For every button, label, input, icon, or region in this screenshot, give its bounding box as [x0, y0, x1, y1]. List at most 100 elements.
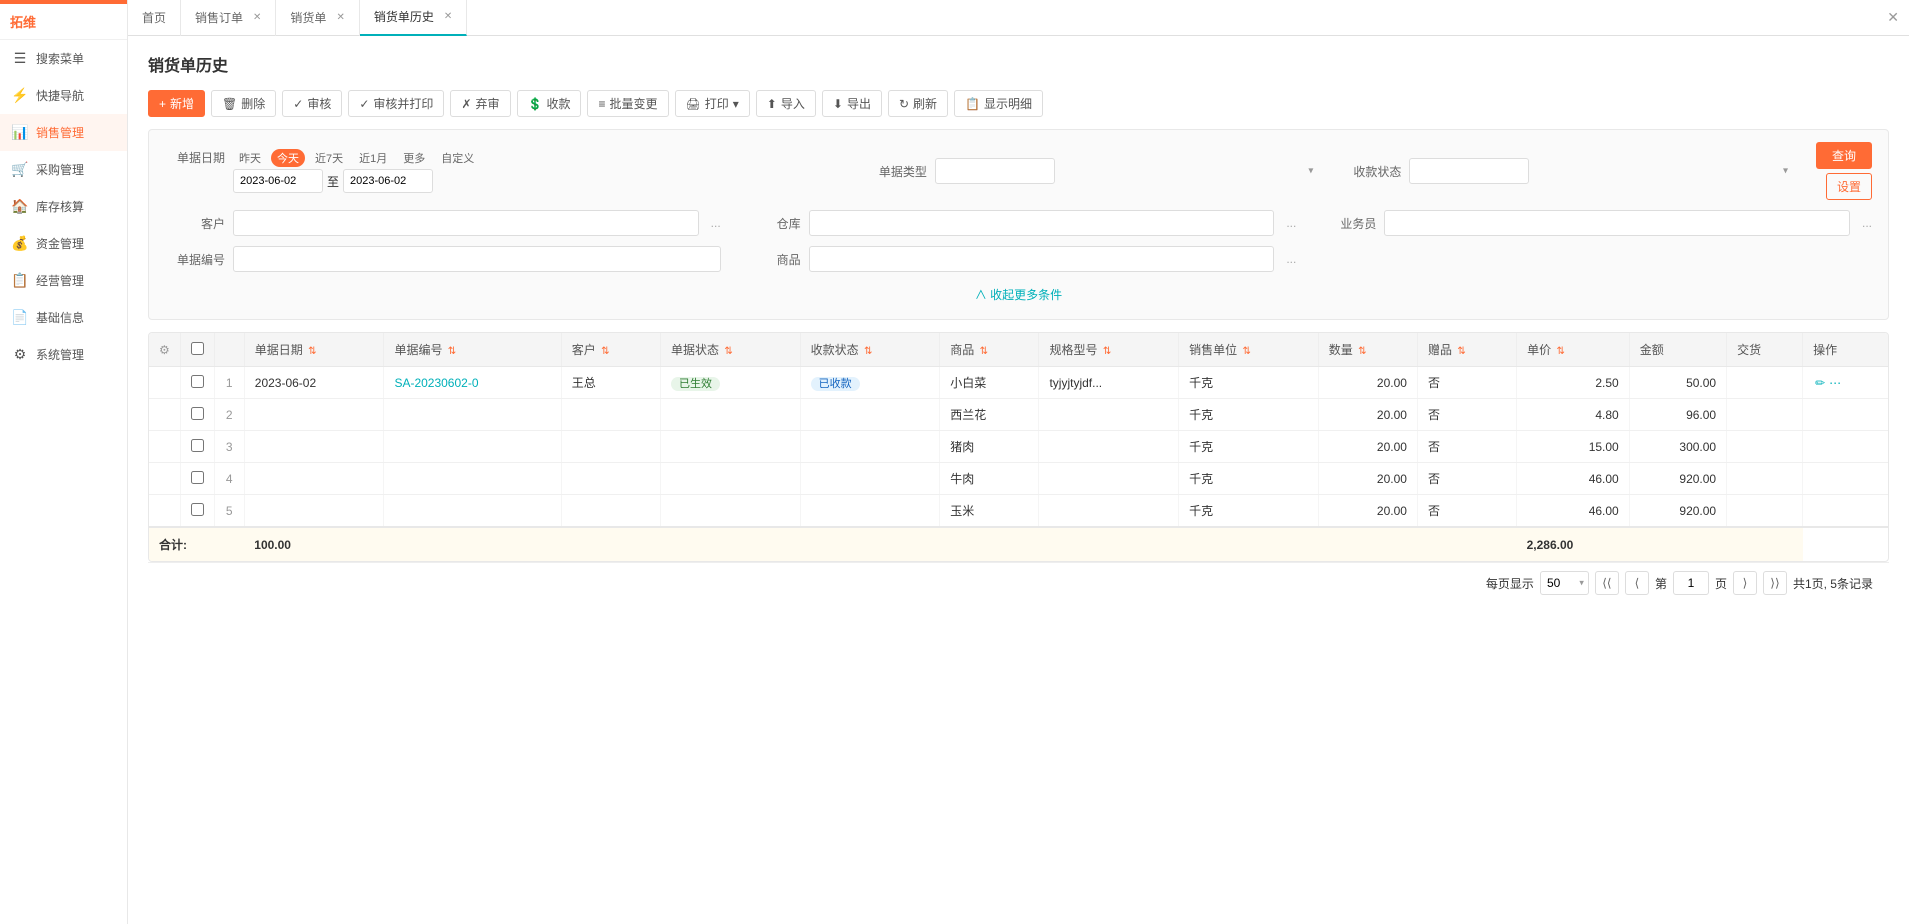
th-customer[interactable]: 客户 ⇅ [561, 333, 660, 367]
td-checkbox [180, 399, 214, 431]
collect-button[interactable]: 💲 收款 [517, 90, 582, 117]
doc-no-link[interactable]: SA-20230602-0 [394, 376, 478, 390]
page-input[interactable] [1673, 571, 1709, 595]
date-tab-yesterday[interactable]: 昨天 [233, 149, 267, 167]
sys-mgmt-icon: ⚙ [12, 347, 28, 363]
row-checkbox[interactable] [191, 503, 204, 516]
row-checkbox[interactable] [191, 439, 204, 452]
tab-home[interactable]: 首页 [128, 0, 181, 36]
show-detail-button[interactable]: 📋 显示明细 [954, 90, 1043, 117]
sidebar-item-finance[interactable]: 💰 资金管理 [0, 225, 127, 262]
filter-area: 单据日期 昨天 今天 近7天 近1月 更多 自定义 [148, 129, 1889, 320]
row-checkbox[interactable] [191, 471, 204, 484]
per-page-label: 每页显示 [1486, 575, 1534, 592]
prev-page-btn[interactable]: ⟨ [1625, 571, 1649, 595]
select-all-checkbox[interactable] [191, 342, 204, 355]
date-tab-7days[interactable]: 近7天 [309, 149, 349, 167]
sidebar-item-purchase-mgmt[interactable]: 🛒 采购管理 [0, 151, 127, 188]
td-payment-status [800, 431, 940, 463]
warehouse-ellipsis[interactable]: ... [1286, 216, 1296, 230]
tab-sales-delivery[interactable]: 销货单 ✕ [276, 0, 359, 36]
payment-status-select[interactable] [1409, 158, 1529, 184]
td-transaction [1727, 495, 1803, 528]
td-checkbox [180, 463, 214, 495]
import-button[interactable]: ⬆ 导入 [756, 90, 816, 117]
sidebar-item-inventory[interactable]: 🏠 库存核算 [0, 188, 127, 225]
date-tab-today[interactable]: 今天 [271, 149, 305, 167]
audit-print-button[interactable]: ✓ 审核并打印 [348, 90, 444, 117]
export-button[interactable]: ⬇ 导出 [822, 90, 882, 117]
goods-ellipsis[interactable]: ... [1286, 252, 1296, 266]
salesperson-ellipsis[interactable]: ... [1862, 216, 1872, 230]
row-checkbox[interactable] [191, 375, 204, 388]
table-settings-icon[interactable]: ⚙ [159, 343, 170, 357]
th-spec[interactable]: 规格型号 ⇅ [1039, 333, 1179, 367]
collapse-more-btn[interactable]: ∧ 收起更多条件 [165, 282, 1872, 307]
th-settings[interactable]: ⚙ [149, 333, 180, 367]
td-settings [149, 399, 180, 431]
td-customer [561, 399, 660, 431]
goods-input[interactable] [809, 246, 1275, 272]
more-action[interactable]: ⋯ [1829, 376, 1841, 390]
sidebar-item-operations[interactable]: 📋 经营管理 [0, 262, 127, 299]
sidebar-item-quick-nav[interactable]: ⚡ 快捷导航 [0, 77, 127, 114]
th-unit-price[interactable]: 单价 ⇅ [1517, 333, 1630, 367]
tab-sales-delivery-close[interactable]: ✕ [336, 12, 344, 23]
td-unit-price: 15.00 [1517, 431, 1630, 463]
tabs-bar: 首页 销售订单 ✕ 销货单 ✕ 销货单历史 ✕ ✕ [128, 0, 1909, 36]
th-doc-no[interactable]: 单据编号 ⇅ [384, 333, 561, 367]
first-page-btn[interactable]: ⟨⟨ [1595, 571, 1619, 595]
sidebar-item-sales-mgmt[interactable]: 📊 销售管理 [0, 114, 127, 151]
query-button[interactable]: 查询 [1816, 142, 1872, 169]
th-amount: 金额 [1629, 333, 1726, 367]
print-button[interactable]: 🖨 打印 ▾ [675, 90, 750, 117]
doc-type-label: 单据类型 [867, 163, 927, 180]
th-goods[interactable]: 商品 ⇅ [940, 333, 1039, 367]
doc-type-select[interactable] [935, 158, 1055, 184]
audit-icon: ✓ [293, 97, 303, 111]
sort-unit-price-icon: ⇅ [1556, 346, 1564, 357]
date-from-input[interactable] [233, 169, 323, 193]
delete-button[interactable]: 🗑 删除 [211, 90, 276, 117]
doc-no-input[interactable] [233, 246, 721, 272]
warehouse-input[interactable] [809, 210, 1275, 236]
last-page-btn[interactable]: ⟩⟩ [1763, 571, 1787, 595]
td-unit: 千克 [1179, 367, 1319, 399]
edit-action[interactable]: ✏ [1815, 376, 1825, 390]
th-unit[interactable]: 销售单位 ⇅ [1179, 333, 1319, 367]
tab-sales-history-close[interactable]: ✕ [444, 11, 452, 22]
th-payment-status[interactable]: 收款状态 ⇅ [800, 333, 940, 367]
date-tab-custom[interactable]: 自定义 [435, 149, 480, 167]
customer-ellipsis[interactable]: ... [711, 216, 721, 230]
new-button[interactable]: + 新增 [148, 90, 205, 117]
salesperson-input[interactable] [1384, 210, 1850, 236]
row-checkbox[interactable] [191, 407, 204, 420]
sidebar-item-search-menu[interactable]: ☰ 搜索菜单 [0, 40, 127, 77]
th-quantity[interactable]: 数量 ⇅ [1318, 333, 1417, 367]
th-doc-date[interactable]: 单据日期 ⇅ [244, 333, 384, 367]
th-gift[interactable]: 赠品 ⇅ [1417, 333, 1516, 367]
sort-unit-icon: ⇅ [1242, 346, 1250, 357]
refresh-button[interactable]: ↻ 刷新 [888, 90, 948, 117]
sidebar-item-basic-info[interactable]: 📄 基础信息 [0, 299, 127, 336]
table-row: 3猪肉千克20.00否15.00300.00 [149, 431, 1888, 463]
audit-button[interactable]: ✓ 审核 [282, 90, 342, 117]
date-to-input[interactable] [343, 169, 433, 193]
date-tab-1month[interactable]: 近1月 [353, 149, 393, 167]
td-unit: 千克 [1179, 399, 1319, 431]
discard-button[interactable]: ✗ 弃审 [450, 90, 510, 117]
sidebar-item-sys-mgmt[interactable]: ⚙ 系统管理 [0, 336, 127, 373]
date-tab-more[interactable]: 更多 [397, 149, 431, 167]
window-close-btn[interactable]: ✕ [1887, 9, 1899, 25]
tab-sales-history[interactable]: 销货单历史 ✕ [360, 0, 467, 36]
date-tabs: 昨天 今天 近7天 近1月 更多 自定义 [233, 149, 480, 167]
per-page-select[interactable]: 50 20 100 [1540, 571, 1589, 595]
tab-sales-order-close[interactable]: ✕ [253, 12, 261, 23]
td-actions [1803, 431, 1888, 463]
settings-link[interactable]: 设置 [1826, 173, 1872, 200]
next-page-btn[interactable]: ⟩ [1733, 571, 1757, 595]
tab-sales-order[interactable]: 销售订单 ✕ [181, 0, 276, 36]
th-doc-status[interactable]: 单据状态 ⇅ [660, 333, 800, 367]
batch-change-button[interactable]: ≡ 批量变更 [587, 90, 668, 117]
customer-input[interactable] [233, 210, 699, 236]
